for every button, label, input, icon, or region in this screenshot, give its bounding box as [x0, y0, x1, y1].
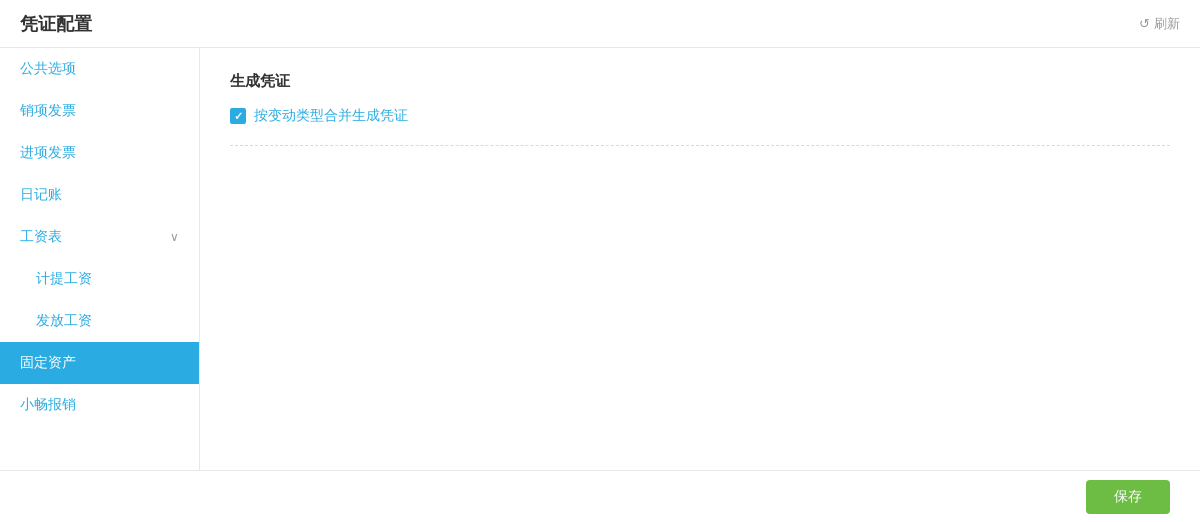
sidebar-item-public[interactable]: 公共选项	[0, 48, 199, 90]
sidebar-item-label: 工资表	[20, 228, 62, 246]
sidebar-item-payroll-table[interactable]: 工资表 ∨	[0, 216, 199, 258]
sidebar-item-label: 销项发票	[20, 102, 76, 120]
sidebar-item-payroll-pay[interactable]: 发放工资	[0, 300, 199, 342]
main-content: 生成凭证 按变动类型合并生成凭证	[200, 48, 1200, 470]
save-button[interactable]: 保存	[1086, 480, 1170, 514]
sidebar-item-label: 发放工资	[36, 312, 92, 330]
merge-checkbox-label[interactable]: 按变动类型合并生成凭证	[254, 107, 408, 125]
merge-checkbox[interactable]	[230, 108, 246, 124]
section-divider	[230, 145, 1170, 146]
section-title: 生成凭证	[230, 72, 1170, 91]
sidebar-item-label: 计提工资	[36, 270, 92, 288]
page-wrapper: 凭证配置 ↺ 刷新 公共选项 销项发票 进项发票 日记账 工资表 ∨	[0, 0, 1200, 522]
page-footer: 保存	[0, 470, 1200, 522]
sidebar-item-label: 小畅报销	[20, 396, 76, 414]
sidebar-item-purchase-invoice[interactable]: 进项发票	[0, 132, 199, 174]
page-header: 凭证配置 ↺ 刷新	[0, 0, 1200, 48]
sidebar-item-payroll-calc[interactable]: 计提工资	[0, 258, 199, 300]
sidebar-item-sales-invoice[interactable]: 销项发票	[0, 90, 199, 132]
page-title: 凭证配置	[20, 12, 92, 36]
sidebar-item-label: 固定资产	[20, 354, 76, 372]
refresh-label: 刷新	[1154, 15, 1180, 33]
sidebar-item-expense[interactable]: 小畅报销	[0, 384, 199, 426]
sidebar-item-fixed-assets[interactable]: 固定资产	[0, 342, 199, 384]
sidebar-item-label: 日记账	[20, 186, 62, 204]
sidebar: 公共选项 销项发票 进项发票 日记账 工资表 ∨ 计提工资 发放工资 固定资	[0, 48, 200, 470]
chevron-down-icon: ∨	[170, 230, 179, 244]
sidebar-item-label: 公共选项	[20, 60, 76, 78]
checkbox-row: 按变动类型合并生成凭证	[230, 107, 1170, 125]
refresh-icon: ↺	[1139, 16, 1150, 31]
page-body: 公共选项 销项发票 进项发票 日记账 工资表 ∨ 计提工资 发放工资 固定资	[0, 48, 1200, 470]
sidebar-item-journal[interactable]: 日记账	[0, 174, 199, 216]
sidebar-item-label: 进项发票	[20, 144, 76, 162]
refresh-button[interactable]: ↺ 刷新	[1139, 15, 1180, 33]
